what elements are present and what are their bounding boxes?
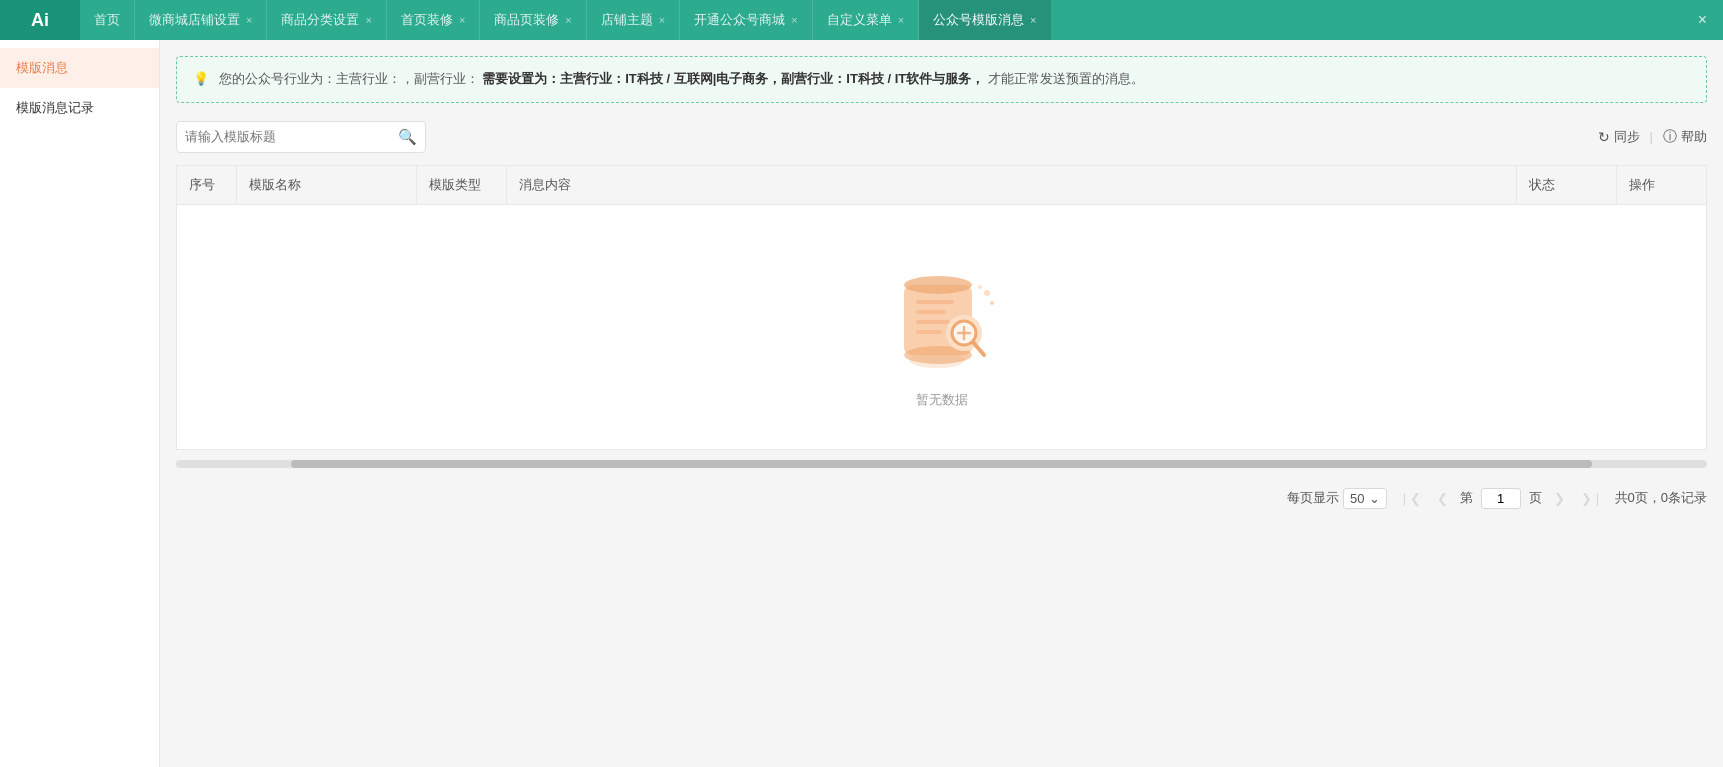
sidebar: 模版消息模版消息记录	[0, 40, 160, 767]
sync-button[interactable]: ↻ 同步	[1598, 128, 1640, 146]
pagination-summary: 共0页，0条记录	[1615, 489, 1707, 507]
chevron-down-icon: ⌄	[1369, 491, 1380, 506]
search-input[interactable]	[185, 129, 394, 144]
data-table: 序号模版名称模版类型消息内容状态操作	[176, 165, 1707, 205]
main-layout: 模版消息模版消息记录 💡 您的公众号行业为：主营行业：，副营行业： 需要设置为：…	[0, 40, 1723, 767]
svg-point-15	[990, 301, 994, 305]
nav-tab-product-decor[interactable]: 商品页装修×	[480, 0, 586, 40]
nav-tab-homepage-decor[interactable]: 首页装修×	[387, 0, 480, 40]
col-header-content: 消息内容	[507, 165, 1517, 204]
col-header-name: 模版名称	[237, 165, 417, 204]
svg-rect-5	[916, 310, 946, 314]
svg-rect-6	[916, 320, 950, 324]
tab-close-custom-menu[interactable]: ×	[898, 14, 904, 26]
per-page-value: 50	[1350, 491, 1364, 506]
empty-svg-icon	[882, 265, 1002, 375]
svg-rect-7	[916, 330, 942, 334]
search-icon[interactable]: 🔍	[398, 128, 417, 146]
scroll-track[interactable]	[176, 460, 1707, 468]
search-actions: ↻ 同步 | ⓘ 帮助	[1598, 128, 1707, 146]
prev-page-button[interactable]: ❮	[1433, 489, 1452, 508]
scroll-thumb	[291, 460, 1592, 468]
search-box: 🔍	[176, 121, 426, 153]
col-header-status: 状态	[1517, 165, 1617, 204]
col-header-type: 模版类型	[417, 165, 507, 204]
empty-state: 暂无数据	[176, 205, 1707, 450]
notice-highlight: 需要设置为：主营行业：IT科技 / 互联网|电子商务，副营行业：IT科技 / I…	[482, 71, 984, 86]
tab-close-template-msg[interactable]: ×	[1030, 14, 1036, 26]
sidebar-item-template-message-log[interactable]: 模版消息记录	[0, 88, 159, 128]
notice-banner: 💡 您的公众号行业为：主营行业：，副营行业： 需要设置为：主营行业：IT科技 /…	[176, 56, 1707, 103]
pagination: 每页显示 50 ⌄ ❘❮ ❮ 第 页 ❯ ❯❘ 共0页，0条记录	[176, 478, 1707, 513]
tab-close-homepage-decor[interactable]: ×	[459, 14, 465, 26]
page-label-before: 第	[1460, 489, 1473, 507]
first-page-button[interactable]: ❘❮	[1395, 489, 1425, 508]
empty-text: 暂无数据	[177, 391, 1706, 409]
help-label: 帮助	[1681, 128, 1707, 146]
nav-tab-home[interactable]: 首页	[80, 0, 135, 40]
tab-close-shop-theme[interactable]: ×	[659, 14, 665, 26]
top-nav: Ai 首页微商城店铺设置×商品分类设置×首页装修×商品页装修×店铺主题×开通公众…	[0, 0, 1723, 40]
sync-icon: ↻	[1598, 129, 1610, 145]
per-page-select[interactable]: 50 ⌄	[1343, 488, 1386, 509]
svg-point-14	[984, 290, 990, 296]
nav-tab-shop-theme[interactable]: 店铺主题×	[587, 0, 680, 40]
nav-tab-open-mall[interactable]: 开通公众号商城×	[680, 0, 812, 40]
svg-line-11	[973, 342, 984, 355]
last-page-button[interactable]: ❯❘	[1577, 489, 1607, 508]
svg-point-2	[904, 276, 972, 294]
nav-tab-template-msg[interactable]: 公众号模版消息×	[919, 0, 1051, 40]
notice-icon: 💡	[193, 71, 209, 86]
notice-prefix: 您的公众号行业为：主营行业：，副营行业：	[219, 71, 479, 86]
tab-close-product-decor[interactable]: ×	[565, 14, 571, 26]
page-label-after: 页	[1529, 489, 1542, 507]
sidebar-item-template-message[interactable]: 模版消息	[0, 48, 159, 88]
col-header-seq: 序号	[177, 165, 237, 204]
per-page-label: 每页显示	[1287, 489, 1339, 507]
empty-illustration	[882, 265, 1002, 375]
next-page-button[interactable]: ❯	[1550, 489, 1569, 508]
content-area: 💡 您的公众号行业为：主营行业：，副营行业： 需要设置为：主营行业：IT科技 /…	[160, 40, 1723, 767]
per-page-selector: 每页显示 50 ⌄	[1287, 488, 1386, 509]
nav-tab-custom-menu[interactable]: 自定义菜单×	[813, 0, 919, 40]
svg-rect-4	[916, 300, 954, 304]
nav-tab-shop-settings[interactable]: 微商城店铺设置×	[135, 0, 267, 40]
app-logo: Ai	[0, 0, 80, 40]
help-button[interactable]: ⓘ 帮助	[1663, 128, 1707, 146]
tab-close-open-mall[interactable]: ×	[791, 14, 797, 26]
col-header-action: 操作	[1617, 165, 1707, 204]
nav-tabs: 首页微商城店铺设置×商品分类设置×首页装修×商品页装修×店铺主题×开通公众号商城…	[80, 0, 1682, 40]
notice-suffix: 才能正常发送预置的消息。	[988, 71, 1144, 86]
svg-point-16	[978, 285, 982, 289]
page-number-input[interactable]	[1481, 488, 1521, 509]
help-icon: ⓘ	[1663, 128, 1677, 146]
nav-tab-category-settings[interactable]: 商品分类设置×	[267, 0, 386, 40]
action-divider: |	[1650, 129, 1653, 144]
tab-close-category-settings[interactable]: ×	[365, 14, 371, 26]
global-close-button[interactable]: ×	[1682, 11, 1723, 29]
tab-close-shop-settings[interactable]: ×	[246, 14, 252, 26]
search-area: 🔍 ↻ 同步 | ⓘ 帮助	[176, 121, 1707, 153]
sync-label: 同步	[1614, 128, 1640, 146]
table-header-row: 序号模版名称模版类型消息内容状态操作	[177, 165, 1707, 204]
